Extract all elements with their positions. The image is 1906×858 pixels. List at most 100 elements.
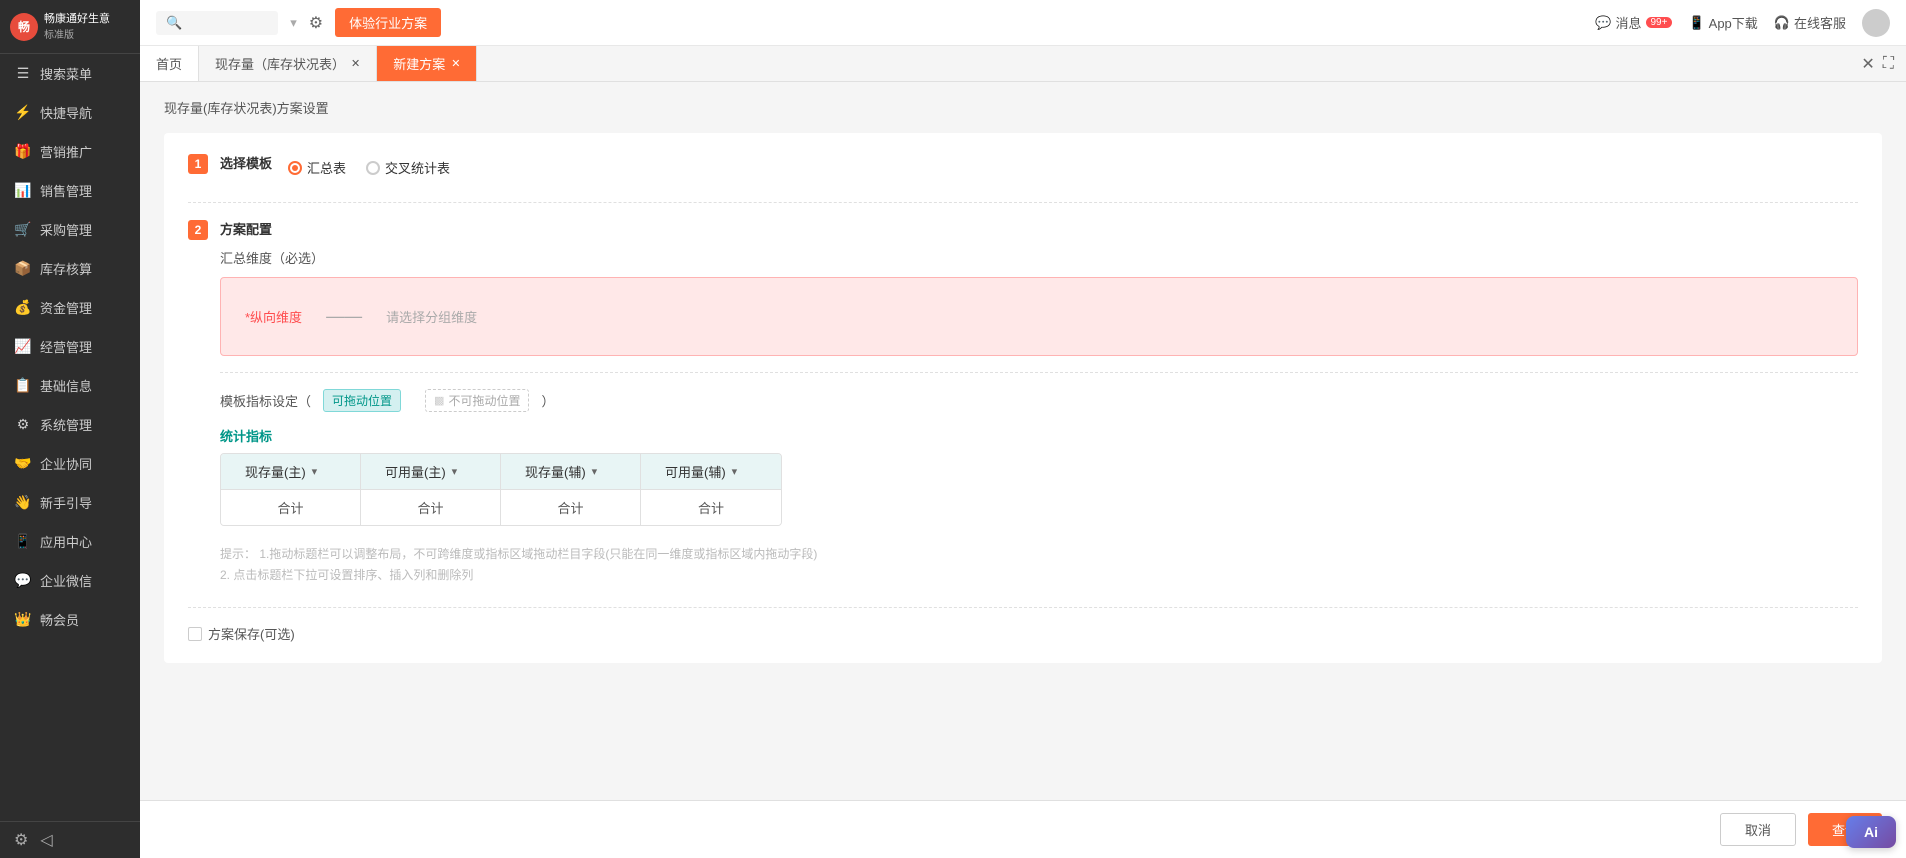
sidebar-item-label: 畅会员	[40, 610, 79, 629]
non-draggable-label: 不可拖动位置	[448, 392, 520, 409]
col-dropdown-3[interactable]: ▾	[732, 465, 738, 478]
dim-required-label: *纵向维度	[245, 307, 302, 326]
divider3	[188, 607, 1858, 608]
app-center-icon: 📱	[14, 533, 32, 551]
draggable-tag: 可拖动位置	[323, 389, 401, 412]
step1-title: 选择模板	[220, 153, 272, 172]
tab-new-plan-label: 新建方案	[393, 54, 445, 73]
sidebar-item-search[interactable]: ☰ 搜索菜单	[0, 54, 140, 93]
cell-0: 合计	[221, 490, 361, 525]
sidebar-item-label: 企业协同	[40, 454, 92, 473]
save-option: 方案保存(可选)	[188, 624, 1858, 643]
sidebar-item-wechat[interactable]: 💬 企业微信	[0, 561, 140, 600]
sidebar-item-label: 应用中心	[40, 532, 92, 551]
cell-1: 合计	[361, 490, 501, 525]
app-title-block: 畅康通好生意 标准版	[44, 12, 110, 41]
main-card: 1 选择模板 汇总表 交叉统计表	[164, 133, 1882, 663]
step2-badge: 2	[188, 220, 208, 240]
business-icon: 📈	[14, 338, 32, 356]
step1-badge: 1	[188, 154, 208, 174]
purchase-icon: 🛒	[14, 221, 32, 239]
messages-badge: 99+	[1646, 17, 1673, 28]
sidebar-item-finance[interactable]: 💰 资金管理	[0, 288, 140, 327]
radio-cross-label: 交叉统计表	[385, 158, 450, 177]
settings-icon[interactable]: ⚙	[14, 830, 28, 850]
app-download-label: App下载	[1709, 13, 1758, 32]
sidebar-bottom: ⚙ ◁	[0, 821, 140, 858]
messages-btn[interactable]: 💬 消息 99+	[1595, 13, 1672, 32]
sidebar: 畅 畅康通好生意 标准版 ☰ 搜索菜单 ⚡ 快捷导航 🎁 营销推广 📊 销售管理…	[0, 0, 140, 858]
tab-new-plan[interactable]: 新建方案 ✕	[377, 46, 477, 81]
cancel-button[interactable]: 取消	[1720, 813, 1796, 846]
non-draggable-tag: ▩ 不可拖动位置	[425, 389, 529, 412]
sidebar-item-purchase[interactable]: 🛒 采购管理	[0, 210, 140, 249]
sidebar-item-inventory[interactable]: 📦 库存核算	[0, 249, 140, 288]
sidebar-item-label: 销售管理	[40, 181, 92, 200]
col-header-0: 现存量(主) ▾	[221, 454, 361, 489]
save-checkbox[interactable]	[188, 627, 202, 641]
sidebar-scroll: ☰ 搜索菜单 ⚡ 快捷导航 🎁 营销推广 📊 销售管理 🛒 采购管理 📦 库存核…	[0, 54, 140, 821]
collapse-icon[interactable]: ◁	[40, 830, 52, 850]
avatar[interactable]	[1862, 9, 1890, 37]
sidebar-item-guide[interactable]: 👋 新手引导	[0, 483, 140, 522]
sidebar-item-app-center[interactable]: 📱 应用中心	[0, 522, 140, 561]
col-dropdown-1[interactable]: ▾	[452, 465, 458, 478]
dim-pink-box: *纵向维度 —— 请选择分组维度	[220, 277, 1858, 356]
radio-cross[interactable]: 交叉统计表	[366, 158, 450, 177]
tips-box: 提示： 1.拖动标题栏可以调整布局，不可跨维度或指标区域拖动栏目字段(只能在同一…	[220, 545, 1858, 583]
app-title: 畅康通好生意	[44, 12, 110, 26]
tabbar-actions: ✕ ⛶	[1861, 54, 1906, 74]
sidebar-item-basic-info[interactable]: 📋 基础信息	[0, 366, 140, 405]
sidebar-item-label: 经营管理	[40, 337, 92, 356]
cell-3: 合计	[641, 490, 781, 525]
search-input[interactable]	[188, 16, 268, 30]
col-header-3: 可用量(辅) ▾	[641, 454, 781, 489]
cooperation-icon: 🤝	[14, 455, 32, 473]
stats-table-header: 现存量(主) ▾ 可用量(主) ▾ 现存量(辅) ▾	[221, 454, 781, 489]
tab-inventory-label: 现存量（库存状况表）	[215, 54, 345, 73]
tip-2: 2. 点击标题栏下拉可设置排序、插入列和删除列	[220, 566, 1858, 583]
topbar-right: 💬 消息 99+ 📱 App下载 🎧 在线客服	[1595, 9, 1890, 37]
radio-summary[interactable]: 汇总表	[288, 158, 346, 177]
dropdown-icon[interactable]: ▾	[290, 15, 297, 31]
sidebar-item-business[interactable]: 📈 经营管理	[0, 327, 140, 366]
sidebar-item-label: 资金管理	[40, 298, 92, 317]
sidebar-item-vip[interactable]: 👑 畅会员	[0, 600, 140, 639]
sidebar-item-sales[interactable]: 📊 销售管理	[0, 171, 140, 210]
sidebar-item-system[interactable]: ⚙ 系统管理	[0, 405, 140, 444]
page-title: 现存量(库存状况表)方案设置	[164, 98, 1882, 117]
topbar: 🔍 ▾ ⚙ 体验行业方案 💬 消息 99+ 📱 App下载 🎧 在线客服	[140, 0, 1906, 46]
online-service-btn[interactable]: 🎧 在线客服	[1774, 13, 1846, 32]
experience-btn[interactable]: 体验行业方案	[335, 8, 441, 37]
ai-button[interactable]: Ai	[1846, 816, 1896, 848]
tab-home[interactable]: 首页	[140, 46, 199, 81]
sales-icon: 📊	[14, 182, 32, 200]
tip-1: 提示： 1.拖动标题栏可以调整布局，不可跨维度或指标区域拖动栏目字段(只能在同一…	[220, 545, 1858, 562]
sidebar-item-label: 系统管理	[40, 415, 92, 434]
sidebar-item-quick-nav[interactable]: ⚡ 快捷导航	[0, 93, 140, 132]
tab-inventory-close[interactable]: ✕	[351, 57, 360, 70]
radio-cross-circle	[366, 161, 380, 175]
col-label-1: 可用量(主)	[385, 462, 446, 481]
col-dropdown-2[interactable]: ▾	[592, 465, 598, 478]
app-download-btn[interactable]: 📱 App下载	[1688, 13, 1757, 32]
tab-new-plan-close[interactable]: ✕	[451, 57, 460, 70]
tab-inventory[interactable]: 现存量（库存状况表） ✕	[199, 46, 377, 81]
section1: 1 选择模板 汇总表 交叉统计表	[188, 153, 1858, 182]
sidebar-item-marketing[interactable]: 🎁 营销推广	[0, 132, 140, 171]
window-expand-icon[interactable]: ⛶	[1883, 55, 1894, 73]
radio-summary-circle	[288, 161, 302, 175]
gear-icon[interactable]: ⚙	[309, 13, 323, 33]
radio-summary-label: 汇总表	[307, 158, 346, 177]
divider2	[220, 372, 1858, 373]
col-dropdown-0[interactable]: ▾	[312, 465, 318, 478]
sidebar-item-label: 新手引导	[40, 493, 92, 512]
wechat-icon: 💬	[14, 572, 32, 590]
template-settings-label: 模板指标设定（	[220, 391, 311, 410]
col-header-1: 可用量(主) ▾	[361, 454, 501, 489]
sidebar-item-label: 采购管理	[40, 220, 92, 239]
stats-table-body: 合计 合计 合计 合计	[221, 489, 781, 525]
window-close-icon[interactable]: ✕	[1861, 54, 1874, 74]
marketing-icon: 🎁	[14, 143, 32, 161]
sidebar-item-cooperation[interactable]: 🤝 企业协同	[0, 444, 140, 483]
